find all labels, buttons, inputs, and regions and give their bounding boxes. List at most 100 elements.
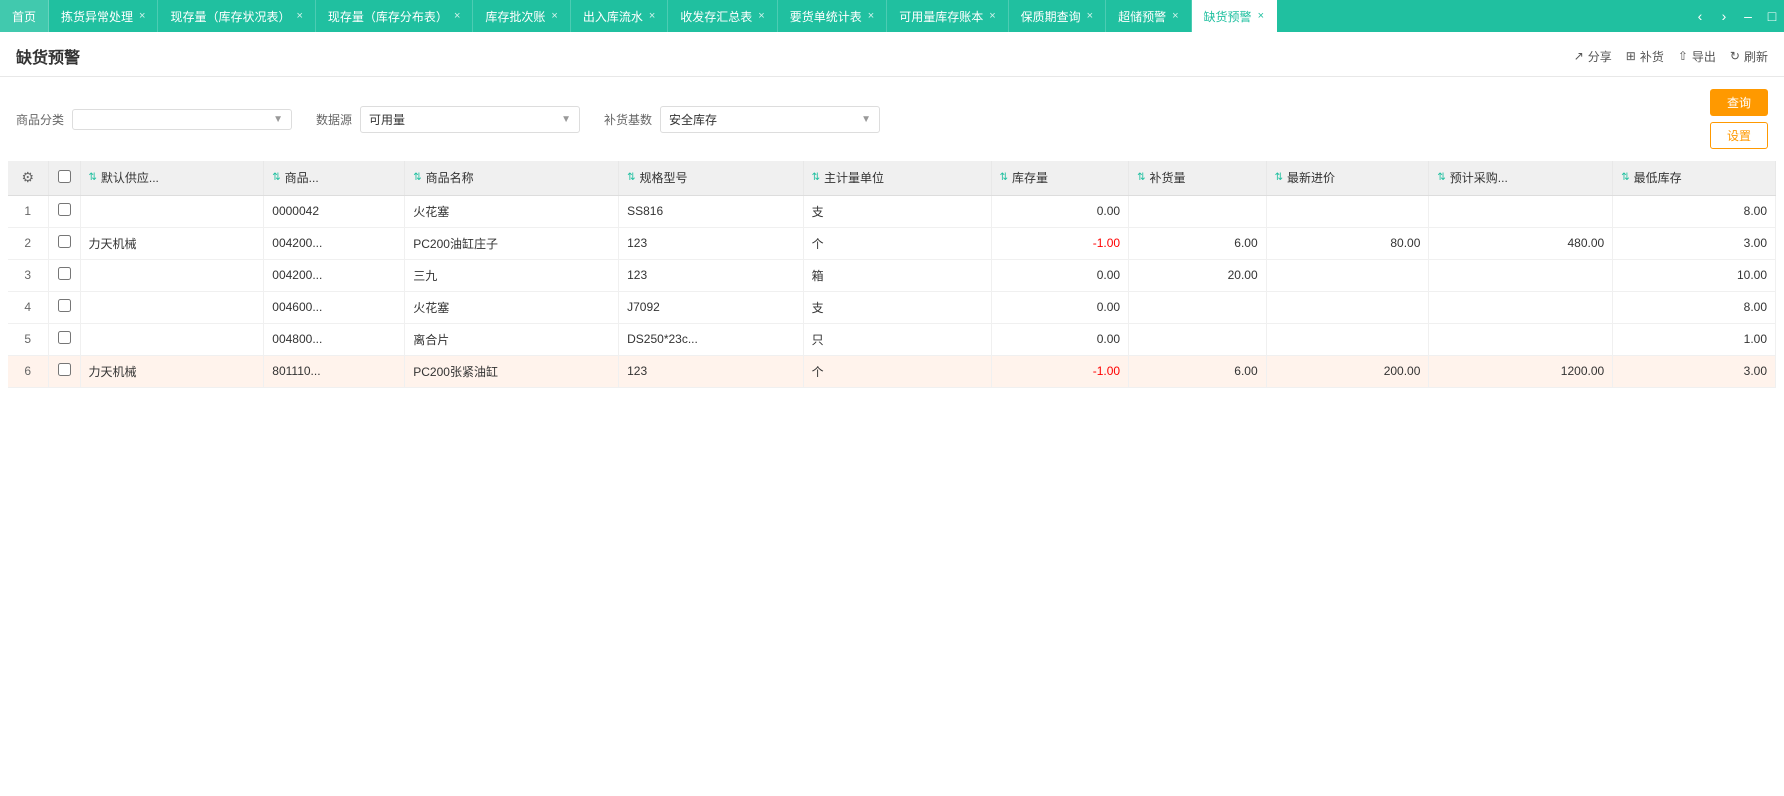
query-button[interactable]: 查询 xyxy=(1710,89,1768,116)
sort-icon-replenish: ⇅ xyxy=(1137,172,1145,183)
th-spec[interactable]: ⇅ 规格型号 xyxy=(619,161,803,195)
row-replenish-qty: 6.00 xyxy=(1129,355,1267,387)
tab-close-batch-account[interactable]: × xyxy=(551,10,557,22)
row-select-checkbox[interactable] xyxy=(58,363,71,376)
row-supplier: 力天机械 xyxy=(80,227,264,259)
row-select-checkbox[interactable] xyxy=(58,235,71,248)
tab-inventory-dist[interactable]: 现存量（库存分布表） × xyxy=(316,0,473,32)
table-row: 6 力天机械 801110... PC200张紧油缸 123 个 -1.00 6… xyxy=(8,355,1776,387)
tab-collect-summary[interactable]: 收发存汇总表 × xyxy=(668,0,777,32)
th-replenish-qty[interactable]: ⇅ 补货量 xyxy=(1129,161,1267,195)
row-spec: 123 xyxy=(619,259,803,291)
tab-batch-account[interactable]: 库存批次账 × xyxy=(473,0,570,32)
sort-icon-unit: ⇅ xyxy=(812,172,820,183)
row-product-name: PC200张紧油缸 xyxy=(405,355,619,387)
tab-close-expiry-query[interactable]: × xyxy=(1087,10,1093,22)
th-min-stock[interactable]: ⇅ 最低库存 xyxy=(1613,161,1776,195)
tab-overstock[interactable]: 超储预警 × xyxy=(1106,0,1191,32)
row-checkbox[interactable] xyxy=(48,291,80,323)
row-select-checkbox[interactable] xyxy=(58,331,71,344)
tab-close-inventory-dist[interactable]: × xyxy=(454,10,460,22)
sort-icon-price: ⇅ xyxy=(1275,172,1283,183)
row-seq: 5 xyxy=(8,323,48,355)
th-default-supplier[interactable]: ⇅ 默认供应... xyxy=(80,161,264,195)
row-product-name: PC200油缸庄子 xyxy=(405,227,619,259)
row-latest-price: 80.00 xyxy=(1266,227,1429,259)
th-checkbox[interactable] xyxy=(48,161,80,195)
row-stock-qty: 0.00 xyxy=(991,291,1129,323)
row-supplier xyxy=(80,323,264,355)
tab-close-overstock[interactable]: × xyxy=(1172,10,1178,22)
tab-nav-next[interactable]: › xyxy=(1712,0,1736,32)
th-stock-qty[interactable]: ⇅ 库存量 xyxy=(991,161,1129,195)
data-table: ⚙ ⇅ 默认供应... ⇅ xyxy=(8,161,1776,388)
tab-maximize-btn[interactable]: □ xyxy=(1760,0,1784,32)
tab-close-collect-summary[interactable]: × xyxy=(758,10,764,22)
export-icon: ⇧ xyxy=(1678,49,1688,63)
row-min-stock: 1.00 xyxy=(1613,323,1776,355)
replenish-icon: ⊞ xyxy=(1626,49,1636,63)
row-checkbox[interactable] xyxy=(48,195,80,227)
tab-minimize-btn[interactable]: – xyxy=(1736,0,1760,32)
replenish-button[interactable]: ⊞ 补货 xyxy=(1626,48,1664,65)
tab-inout-flow[interactable]: 出入库流水 × xyxy=(571,0,668,32)
replenish-base-select[interactable]: 安全库存 ▼ xyxy=(660,106,880,133)
gear-icon: ⚙ xyxy=(21,169,34,186)
tab-home[interactable]: 首页 xyxy=(0,0,49,32)
tab-close-shortage[interactable]: × xyxy=(1258,10,1264,22)
refresh-icon: ↻ xyxy=(1730,49,1740,63)
datasource-select-value: 可用量 xyxy=(369,111,405,128)
row-product-name: 火花塞 xyxy=(405,195,619,227)
export-button[interactable]: ⇧ 导出 xyxy=(1678,48,1716,65)
row-latest-price xyxy=(1266,291,1429,323)
table-row: 4 004600... 火花塞 J7092 支 0.00 8.00 xyxy=(8,291,1776,323)
tab-close-inventory-status[interactable]: × xyxy=(296,10,302,22)
category-label: 商品分类 xyxy=(16,111,64,128)
tab-close-requisition-stat[interactable]: × xyxy=(868,10,874,22)
row-checkbox[interactable] xyxy=(48,323,80,355)
row-select-checkbox[interactable] xyxy=(58,267,71,280)
data-table-wrap: ⚙ ⇅ 默认供应... ⇅ xyxy=(0,161,1784,388)
row-unit: 支 xyxy=(803,195,991,227)
row-spec: 123 xyxy=(619,355,803,387)
refresh-button[interactable]: ↻ 刷新 xyxy=(1730,48,1768,65)
datasource-select[interactable]: 可用量 ▼ xyxy=(360,106,580,133)
tab-inventory-status[interactable]: 现存量（库存状况表） × xyxy=(158,0,315,32)
row-latest-price xyxy=(1266,195,1429,227)
table-row: 3 004200... 三九 123 箱 0.00 20.00 10.00 xyxy=(8,259,1776,291)
tab-close-exception[interactable]: × xyxy=(139,10,145,22)
th-product-code[interactable]: ⇅ 商品... xyxy=(264,161,405,195)
row-checkbox[interactable] xyxy=(48,355,80,387)
share-icon: ↗ xyxy=(1574,49,1584,63)
row-checkbox[interactable] xyxy=(48,227,80,259)
th-est-purchase[interactable]: ⇅ 预计采购... xyxy=(1429,161,1613,195)
row-est-purchase xyxy=(1429,195,1613,227)
row-checkbox[interactable] xyxy=(48,259,80,291)
settings-button[interactable]: 设置 xyxy=(1710,122,1768,149)
tab-nav-prev[interactable]: ‹ xyxy=(1688,0,1712,32)
row-est-purchase: 1200.00 xyxy=(1429,355,1613,387)
share-button[interactable]: ↗ 分享 xyxy=(1574,48,1612,65)
th-product-name[interactable]: ⇅ 商品名称 xyxy=(405,161,619,195)
row-est-purchase xyxy=(1429,323,1613,355)
row-min-stock: 3.00 xyxy=(1613,227,1776,259)
row-select-checkbox[interactable] xyxy=(58,203,71,216)
tab-close-available-ledger[interactable]: × xyxy=(989,10,995,22)
sort-icon-spec: ⇅ xyxy=(627,172,635,183)
th-unit[interactable]: ⇅ 主计量单位 xyxy=(803,161,991,195)
th-gear[interactable]: ⚙ xyxy=(8,161,48,195)
filter-bar: 商品分类 ▼ 数据源 可用量 ▼ 补货基数 安全库存 ▼ 查询 设置 xyxy=(0,77,1784,161)
tab-requisition-stat[interactable]: 要货单统计表 × xyxy=(778,0,887,32)
tab-close-inout-flow[interactable]: × xyxy=(649,10,655,22)
tab-exception[interactable]: 拣货异常处理 × xyxy=(49,0,158,32)
row-select-checkbox[interactable] xyxy=(58,299,71,312)
select-all-checkbox[interactable] xyxy=(58,170,71,183)
tab-bar: 首页 拣货异常处理 × 现存量（库存状况表） × 现存量（库存分布表） × 库存… xyxy=(0,0,1784,32)
row-min-stock: 3.00 xyxy=(1613,355,1776,387)
sort-icon-supplier: ⇅ xyxy=(89,172,97,183)
tab-available-ledger[interactable]: 可用量库存账本 × xyxy=(887,0,1008,32)
tab-shortage[interactable]: 缺货预警 × xyxy=(1192,0,1277,32)
category-select[interactable]: ▼ xyxy=(72,109,292,130)
th-latest-price[interactable]: ⇅ 最新进价 xyxy=(1266,161,1429,195)
tab-expiry-query[interactable]: 保质期查询 × xyxy=(1009,0,1106,32)
